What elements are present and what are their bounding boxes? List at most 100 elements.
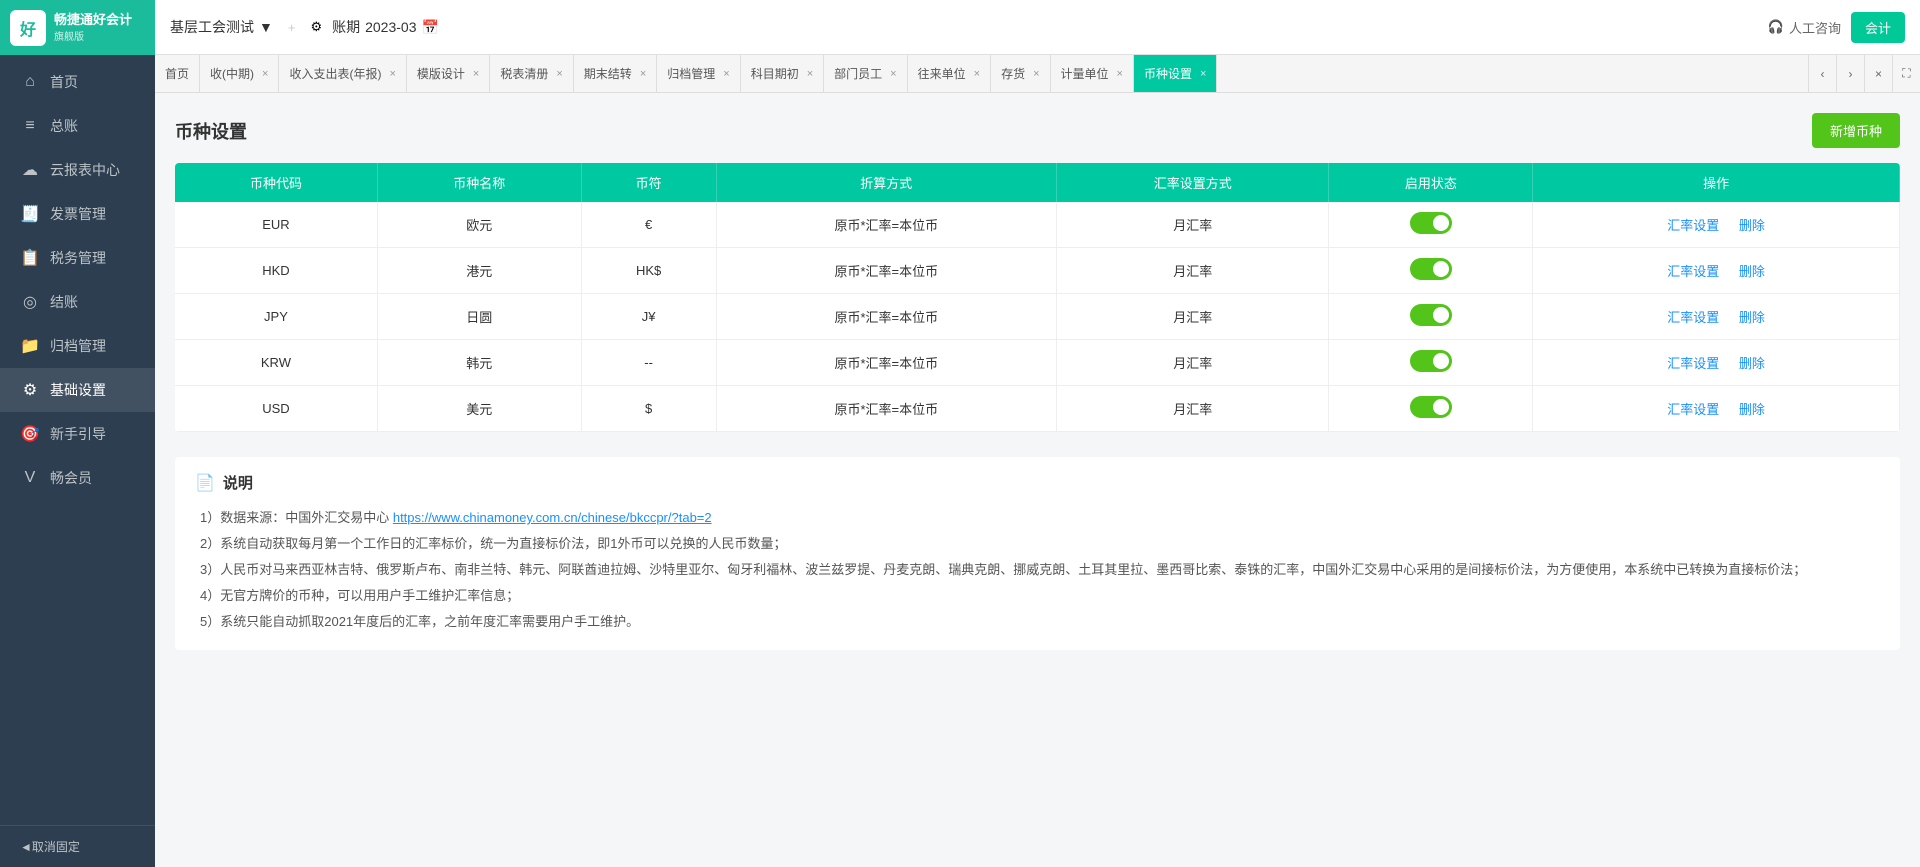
sidebar-label-close: 结账 [50,292,78,312]
cell-actions: 汇率设置 删除 [1533,248,1900,294]
tab-income-label: 收入支出表(年报) [289,65,381,82]
rate-setting-link[interactable]: 汇率设置 [1667,356,1719,371]
sidebar-item-ledger[interactable]: ≡ 总账 [0,104,155,148]
status-toggle[interactable] [1410,350,1452,372]
company-selector[interactable]: 基层工会测试 ▼ [170,17,273,37]
status-toggle[interactable] [1410,396,1452,418]
tab-prev-btn[interactable]: ‹ [1808,55,1836,93]
rate-setting-link[interactable]: 汇率设置 [1667,310,1719,325]
tab-balance-close[interactable]: × [262,68,268,80]
tab-subjects-close[interactable]: × [807,68,813,80]
status-toggle[interactable] [1410,212,1452,234]
tab-inventory-close[interactable]: × [1033,68,1039,80]
tab-unit-label: 计量单位 [1061,65,1109,82]
tab-unit[interactable]: 计量单位 × [1051,55,1134,92]
home-icon: ⌂ [20,73,40,91]
status-toggle[interactable] [1410,258,1452,280]
logo-text-block: 畅捷通好会计 旗舰版 [54,12,132,44]
accounting-button[interactable]: 会计 [1851,12,1905,43]
tab-currency-label: 币种设置 [1144,65,1192,82]
main-area: 基层工会测试 ▼ + ⚙ 账期 2023-03 📅 🎧 人工咨询 会计 首页 收… [155,0,1920,867]
consult-button[interactable]: 🎧 人工咨询 [1768,18,1841,37]
sidebar-label-home: 首页 [50,72,78,92]
calendar-icon[interactable]: 📅 [422,19,439,36]
tab-archivemgr[interactable]: 归档管理 × [657,55,740,92]
tab-inventory[interactable]: 存货 × [991,55,1050,92]
sidebar-item-close[interactable]: ◎ 结账 [0,280,155,324]
tab-archivemgr-close[interactable]: × [723,68,729,80]
sidebar-item-guide[interactable]: 🎯 新手引导 [0,412,155,456]
tab-home[interactable]: 首页 [155,55,200,92]
delete-link[interactable]: 删除 [1739,356,1765,371]
tab-currency[interactable]: 币种设置 × [1134,55,1217,92]
tab-periodend-close[interactable]: × [640,68,646,80]
tab-income-close[interactable]: × [389,68,395,80]
cell-code: HKD [175,248,377,294]
notes-link[interactable]: https://www.chinamoney.com.cn/chinese/bk… [393,510,712,525]
tab-counterpart[interactable]: 往来单位 × [908,55,991,92]
delete-link[interactable]: 删除 [1739,218,1765,233]
content-area: 币种设置 新增币种 币种代码 币种名称 币符 折算方式 汇率设置方式 启用状态 … [155,93,1920,867]
page-title: 币种设置 [175,118,247,144]
sidebar-item-report[interactable]: ☁ 云报表中心 [0,148,155,192]
period-label: 账期 [332,17,360,37]
tab-periodend[interactable]: 期末结转 × [574,55,657,92]
tab-dept[interactable]: 部门员工 × [824,55,907,92]
sidebar-label-archive: 归档管理 [50,336,106,356]
settings-gear-icon[interactable]: ⚙ [310,19,322,35]
delete-link[interactable]: 删除 [1739,402,1765,417]
cell-calc: 原币*汇率=本位币 [716,340,1056,386]
tab-unit-close[interactable]: × [1117,68,1123,80]
invoice-icon: 🧾 [20,204,40,224]
sidebar-item-archive[interactable]: 📁 归档管理 [0,324,155,368]
rate-setting-link[interactable]: 汇率设置 [1667,402,1719,417]
sidebar-item-member[interactable]: V 畅会员 [0,456,155,500]
col-status: 启用状态 [1329,163,1533,202]
cell-calc: 原币*汇率=本位币 [716,386,1056,432]
cell-rate-type: 月汇率 [1056,248,1329,294]
notes-item: 4）无官方牌价的币种，可以用用户手工维护汇率信息； [195,583,1880,609]
tab-dept-close[interactable]: × [890,68,896,80]
page-header: 币种设置 新增币种 [175,113,1900,148]
cell-rate-type: 月汇率 [1056,294,1329,340]
tab-subjects-label: 科目期初 [751,65,799,82]
table-row: JPY 日圆 J¥ 原币*汇率=本位币 月汇率 汇率设置 删除 [175,294,1900,340]
sidebar-item-invoice[interactable]: 🧾 发票管理 [0,192,155,236]
tab-income[interactable]: 收入支出表(年报) × [279,55,406,92]
sidebar-item-tax[interactable]: 📋 税务管理 [0,236,155,280]
tab-taxbook-close[interactable]: × [556,68,562,80]
notes-item: 5）系统只能自动抓取2021年度后的汇率，之前年度汇率需要用户手工维护。 [195,609,1880,635]
delete-link[interactable]: 删除 [1739,264,1765,279]
guide-icon: 🎯 [20,424,40,444]
cell-actions: 汇率设置 删除 [1533,294,1900,340]
delete-link[interactable]: 删除 [1739,310,1765,325]
tab-counterpart-close[interactable]: × [974,68,980,80]
collapse-label: ◄取消固定 [20,838,80,855]
tab-currency-close[interactable]: × [1200,68,1206,80]
cell-status [1329,386,1533,432]
cell-rate-type: 月汇率 [1056,386,1329,432]
cell-actions: 汇率设置 删除 [1533,202,1900,248]
tab-subjects[interactable]: 科目期初 × [741,55,824,92]
tab-close-all-btn[interactable]: × [1864,55,1892,93]
tab-template-close[interactable]: × [473,68,479,80]
rate-setting-link[interactable]: 汇率设置 [1667,264,1719,279]
sidebar-item-settings[interactable]: ⚙ 基础设置 [0,368,155,412]
tab-counterpart-label: 往来单位 [918,65,966,82]
tab-expand-btn[interactable]: ⛶ [1892,55,1920,93]
tab-taxbook[interactable]: 税表清册 × [490,55,573,92]
status-toggle[interactable] [1410,304,1452,326]
cell-symbol: HK$ [581,248,716,294]
sidebar-collapse-btn[interactable]: ◄取消固定 [0,825,155,867]
rate-setting-link[interactable]: 汇率设置 [1667,218,1719,233]
app-name: 畅捷通好会计 [54,12,132,29]
headphone-icon: 🎧 [1768,19,1784,35]
sidebar: 好 畅捷通好会计 旗舰版 ⌂ 首页 ≡ 总账 ☁ 云报表中心 🧾 发票管理 📋 … [0,0,155,867]
tab-template[interactable]: 模版设计 × [407,55,490,92]
tab-balance[interactable]: 收(中期) × [200,55,279,92]
new-currency-button[interactable]: 新增币种 [1812,113,1900,148]
table-row: USD 美元 $ 原币*汇率=本位币 月汇率 汇率设置 删除 [175,386,1900,432]
sidebar-item-home[interactable]: ⌂ 首页 [0,60,155,104]
tab-next-btn[interactable]: › [1836,55,1864,93]
cell-calc: 原币*汇率=本位币 [716,248,1056,294]
